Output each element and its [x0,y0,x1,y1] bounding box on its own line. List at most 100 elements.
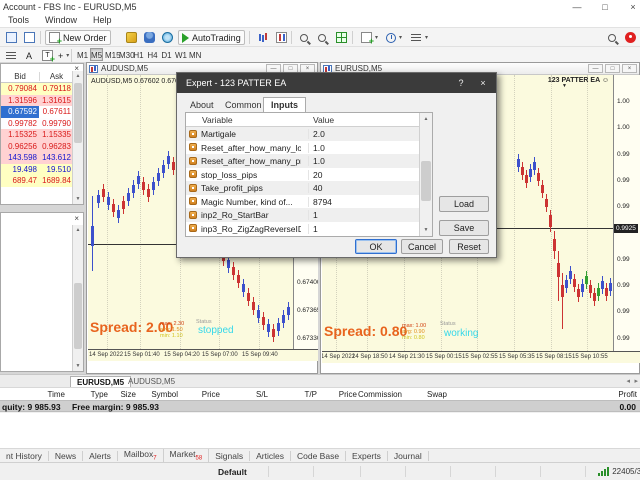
input-value[interactable]: 8794 [308,196,416,207]
new-order-button[interactable]: New Order [45,30,111,46]
ask-cell[interactable]: 0.79118 [39,83,73,95]
ask-cell[interactable]: 1689.84 [39,175,73,187]
save-button[interactable]: Save [439,220,489,236]
tab-scroll-right-icon[interactable]: ▸ [634,377,638,385]
title-bar[interactable]: Account - FBS Inc - EURUSD,M5 — □ × [0,0,640,14]
toolbox-tab-alerts[interactable]: Alerts [83,450,118,461]
bid-cell[interactable]: 0.99782 [1,117,39,129]
scrollbar-thumb[interactable] [421,161,431,201]
tab-common[interactable]: Common [217,97,270,112]
ask-cell[interactable]: 0.99790 [39,117,73,129]
column-header-sl[interactable]: S/L [256,390,268,399]
load-button[interactable]: Load [439,196,489,212]
timeframe-button-m1[interactable]: M1 [76,48,89,61]
bid-cell[interactable]: 143.598 [1,152,39,164]
quote-row[interactable]: 1.31596 1.31615 [1,94,73,106]
toolbox-tab-nthistory[interactable]: nt History [0,450,49,461]
profiles-button[interactable] [20,30,39,45]
zoom-in-button[interactable] [296,30,312,45]
bar-chart-button[interactable] [254,30,273,45]
toolbox-tab-codebase[interactable]: Code Base [291,450,347,461]
dialog-close-button[interactable]: × [474,77,492,89]
reset-button[interactable]: Reset [449,239,489,254]
bid-cell[interactable]: 0.79084 [1,83,39,95]
tab-inputs[interactable]: Inputs [263,97,306,112]
ask-cell[interactable]: 1.15335 [39,129,73,141]
dialog-title-bar[interactable]: Expert - 123 PATTER EA ? × [177,73,496,93]
ok-button[interactable]: OK [355,239,397,254]
column-header-commission[interactable]: Commission [358,390,402,399]
bid-cell[interactable]: 1.31596 [1,94,39,106]
autotrading-button[interactable]: AutoTrading [178,30,245,45]
toolbox-tab-news[interactable]: News [49,450,84,461]
cancel-button[interactable]: Cancel [401,239,443,254]
timeframe-button-w1[interactable]: W1 [174,48,187,61]
menu-help[interactable]: Help [85,14,120,25]
input-row[interactable]: inp3_Ro_ZigZagReverseID 1 [186,222,419,236]
chart-restore-button[interactable]: □ [605,64,620,73]
chart-minimize-button[interactable]: — [588,64,603,73]
variable-column-header[interactable]: Variable [202,115,233,125]
new-chart-button[interactable] [2,30,21,45]
market-watch-scrollbar[interactable]: ▲ ▼ [72,71,83,204]
bid-column-header[interactable]: Bid [1,72,39,81]
column-header-size[interactable]: Size [120,390,136,399]
webterminal-button[interactable] [158,30,177,45]
column-header-tp[interactable]: T/P [305,390,317,399]
column-header-profit[interactable]: Profit [618,390,637,399]
tab-scroll-left-icon[interactable]: ◂ [626,377,630,385]
column-header-symbol[interactable]: Symbol [151,390,178,399]
timeframe-button-h4[interactable]: H4 [146,48,159,61]
timeframe-button-m30[interactable]: M30 [118,48,135,61]
bid-cell[interactable]: 1.15325 [1,129,39,141]
input-value[interactable]: 2.0 [308,129,416,139]
value-column-header[interactable]: Value [313,115,334,125]
quote-row[interactable]: 0.99782 0.99790 [1,117,73,129]
ask-cell[interactable]: 19.510 [39,163,73,175]
input-value[interactable]: 20 [308,169,416,180]
timeframe-button-m5[interactable]: M5 [90,48,103,61]
ask-cell[interactable]: 1.31615 [39,94,73,106]
timeframe-button-mn[interactable]: MN [188,48,201,61]
timeframe-button-m15[interactable]: M15 [104,48,121,61]
quote-row[interactable]: 1.15325 1.15335 [1,129,73,141]
input-value[interactable]: 1.0 [308,156,416,166]
styler-button[interactable] [122,30,141,45]
input-row[interactable]: Magic Number, kind of... 8794 [186,195,419,209]
column-header-swap[interactable]: Swap [427,390,447,399]
periods-button[interactable]: ▾ [382,30,406,45]
bid-cell[interactable]: 689.47 [1,175,39,187]
input-value[interactable]: 1 [308,210,416,220]
tile-windows-button[interactable] [332,30,351,45]
toolbox-tab-articles[interactable]: Articles [250,450,291,461]
input-value[interactable]: 1 [308,223,416,234]
bid-cell[interactable]: 19.498 [1,163,39,175]
scrollbar-thumb[interactable] [74,83,82,143]
inputs-table-scrollbar[interactable]: ▲ ▼ [419,113,432,236]
input-row[interactable]: Reset_after_how_many_loss 1.0 [186,141,419,155]
ask-cell[interactable]: 143.612 [39,152,73,164]
dialog-help-button[interactable]: ? [452,77,470,89]
maximize-button[interactable]: □ [594,1,616,13]
timeframe-button-h1[interactable]: H1 [132,48,145,61]
tab-about[interactable]: About [182,97,222,112]
cursor-button[interactable] [2,48,21,63]
timeframe-button-d1[interactable]: D1 [160,48,173,61]
ask-cell[interactable]: 0.67611 [39,106,73,118]
column-header-price[interactable]: Price [202,390,220,399]
input-value[interactable]: 40 [308,183,416,193]
toolbox-tab-journal[interactable]: Journal [388,450,429,461]
input-row[interactable]: stop_loss_pips 20 [186,168,419,182]
column-header-price[interactable]: Price [339,390,357,399]
close-button[interactable]: × [622,1,640,13]
publisher-button[interactable] [140,30,159,45]
quote-row[interactable]: 689.47 1689.84 [1,175,73,187]
ask-cell[interactable]: 0.96283 [39,140,73,152]
toolbox-tab-mailbox[interactable]: Mailbox7 [118,449,164,462]
toolbox-tab-experts[interactable]: Experts [346,450,388,461]
indicators-button[interactable]: ▾ [357,30,382,46]
quote-row[interactable]: 19.498 19.510 [1,163,73,175]
input-row[interactable]: Reset_after_how_many_profit 1.0 [186,154,419,168]
text-a-button[interactable]: A [22,48,36,63]
menu-window[interactable]: Window [37,14,85,25]
